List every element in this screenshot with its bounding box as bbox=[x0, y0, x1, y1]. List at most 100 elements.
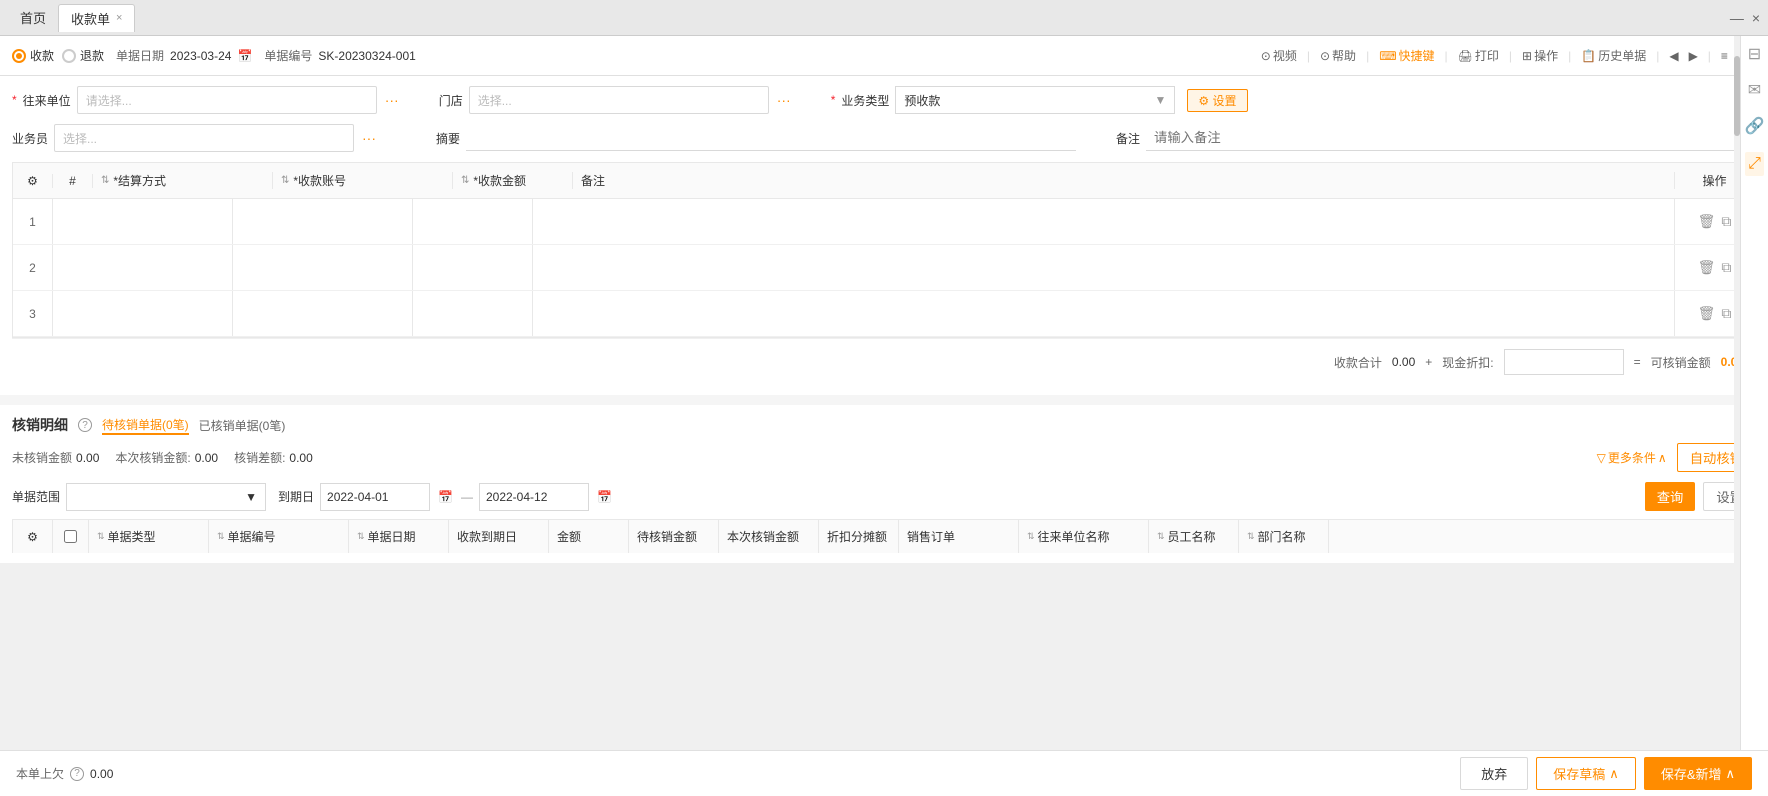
bth-recv-date-label: 收款到期日 bbox=[457, 528, 517, 545]
store-more-btn[interactable]: ··· bbox=[777, 92, 791, 108]
td-remark-1[interactable] bbox=[533, 199, 1675, 244]
print-btn[interactable]: 🖨 打印 bbox=[1458, 47, 1499, 64]
bth-type: ⇅ 单据类型 bbox=[89, 520, 209, 553]
toolbar: 收款 退款 单据日期 2023-03-24 📅 单据编号 SK-20230324… bbox=[0, 36, 1768, 76]
video-label: 视频 bbox=[1273, 47, 1297, 64]
td-remark-3[interactable] bbox=[533, 291, 1675, 336]
remark-field: 备注 bbox=[1116, 125, 1756, 151]
staff-placeholder: 选择... bbox=[63, 130, 97, 147]
copy-icon-1[interactable]: ⧉ bbox=[1721, 213, 1731, 230]
more-filter-label: 更多条件 bbox=[1608, 449, 1656, 466]
sort-icon-3: ⇅ bbox=[461, 175, 469, 186]
operation-btn[interactable]: ⊞ 操作 bbox=[1522, 47, 1558, 64]
th-gear[interactable]: ⚙ bbox=[13, 174, 53, 188]
delete-icon-1[interactable]: 🗑 bbox=[1698, 213, 1716, 230]
td-amount-3[interactable] bbox=[413, 291, 533, 336]
pending-tab[interactable]: 待核销单据(0笔) bbox=[102, 416, 189, 435]
draft-arrow-icon: ∧ bbox=[1609, 766, 1619, 782]
copy-icon-2[interactable]: ⧉ bbox=[1721, 259, 1731, 276]
limit-info-icon[interactable]: ? bbox=[70, 767, 84, 781]
td-amount-2[interactable] bbox=[413, 245, 533, 290]
video-btn[interactable]: ⊙ 视频 bbox=[1261, 47, 1297, 64]
th-receipt-amount-label: *收款金额 bbox=[473, 172, 526, 189]
td-account-1[interactable] bbox=[233, 199, 413, 244]
settings-btn-label: 设置 bbox=[1213, 94, 1237, 108]
radio-receipt[interactable]: 收款 bbox=[12, 47, 54, 64]
partner-label: 往来单位 bbox=[23, 92, 71, 109]
verify-title: 核销明细 bbox=[12, 415, 68, 435]
sidebar-mail-icon[interactable]: ✉ bbox=[1748, 80, 1761, 100]
bth-company-label: 往来单位名称 bbox=[1038, 528, 1110, 545]
scrollbar-track bbox=[1734, 36, 1740, 750]
radio-refund-label: 退款 bbox=[80, 47, 104, 64]
due-date-start-value: 2022-04-01 bbox=[327, 490, 388, 504]
date-calendar-start[interactable]: 📅 bbox=[438, 490, 453, 504]
radio-refund[interactable]: 退款 bbox=[62, 47, 104, 64]
sort-icon-type: ⇅ bbox=[97, 531, 105, 542]
delete-icon-2[interactable]: 🗑 bbox=[1698, 259, 1716, 276]
more-filter-btn[interactable]: ▽ 更多条件 ∧ bbox=[1597, 449, 1667, 466]
due-date-end-value: 2022-04-12 bbox=[486, 490, 547, 504]
td-account-2[interactable] bbox=[233, 245, 413, 290]
tab-receipt-label: 收款单 bbox=[71, 9, 110, 28]
td-remark-2[interactable] bbox=[533, 245, 1675, 290]
td-settle-3[interactable] bbox=[53, 291, 233, 336]
biz-type-select[interactable]: 预收款 ▼ bbox=[895, 86, 1175, 114]
date-label: 单据日期 bbox=[116, 47, 164, 64]
abandon-btn[interactable]: 放弃 bbox=[1460, 757, 1528, 790]
next-icon[interactable]: ▶ bbox=[1689, 49, 1698, 63]
td-settle-1[interactable] bbox=[53, 199, 233, 244]
date-calendar-end[interactable]: 📅 bbox=[597, 490, 612, 504]
partner-input[interactable]: 请选择... bbox=[77, 86, 377, 114]
store-placeholder: 选择... bbox=[478, 92, 512, 109]
partner-more-btn[interactable]: ··· bbox=[385, 92, 399, 108]
date-calendar-icon[interactable]: 📅 bbox=[237, 49, 252, 63]
sidebar-table-icon[interactable]: ⊟ bbox=[1748, 44, 1761, 64]
bth-check[interactable] bbox=[53, 520, 89, 553]
verify-info-icon[interactable]: ? bbox=[78, 418, 92, 432]
history-btn[interactable]: 📋 历史单据 bbox=[1581, 47, 1646, 64]
biz-type-arrow: ▼ bbox=[1155, 93, 1167, 107]
store-input[interactable]: 选择... bbox=[469, 86, 769, 114]
diff-label: 核销差额: bbox=[234, 449, 285, 466]
delete-icon-3[interactable]: 🗑 bbox=[1698, 305, 1716, 322]
td-account-3[interactable] bbox=[233, 291, 413, 336]
done-tab[interactable]: 已核销单据(0笔) bbox=[199, 417, 286, 434]
bth-gear[interactable]: ⚙ bbox=[13, 520, 53, 553]
staff-more-btn[interactable]: ··· bbox=[362, 130, 376, 146]
close-btn[interactable]: × bbox=[1752, 10, 1760, 26]
save-btn[interactable]: 保存&新增 ∧ bbox=[1644, 757, 1752, 790]
sort-icon-num: ⇅ bbox=[217, 531, 225, 542]
select-all-checkbox[interactable] bbox=[64, 530, 77, 543]
discount-input[interactable] bbox=[1504, 349, 1624, 375]
shortcut-btn[interactable]: ⌨ 快捷键 bbox=[1379, 47, 1434, 64]
due-date-start-input[interactable]: 2022-04-01 bbox=[320, 483, 430, 511]
sidebar-link-icon[interactable]: 🔗 bbox=[1745, 116, 1765, 136]
staff-input[interactable]: 选择... bbox=[54, 124, 354, 152]
td-settle-2[interactable] bbox=[53, 245, 233, 290]
discount-label: 现金折扣: bbox=[1442, 354, 1493, 371]
settings-btn[interactable]: ⚙ 设置 bbox=[1187, 89, 1247, 112]
minimize-btn[interactable]: — bbox=[1730, 10, 1744, 26]
help-btn[interactable]: ⊙ 帮助 bbox=[1320, 47, 1356, 64]
table-row: 2 🗑 ⧉ bbox=[13, 245, 1755, 291]
this-label: 本次核销金额: bbox=[115, 449, 190, 466]
list-view-icon[interactable]: ≡ bbox=[1721, 49, 1728, 63]
equals-sign: = bbox=[1634, 355, 1641, 369]
query-btn[interactable]: 查询 bbox=[1645, 482, 1696, 511]
tab-close-icon[interactable]: × bbox=[116, 12, 122, 24]
scrollbar-thumb[interactable] bbox=[1734, 56, 1740, 136]
td-amount-1[interactable] bbox=[413, 199, 533, 244]
footer: 本单上欠 ? 0.00 放弃 保存草稿 ∧ 保存&新增 ∧ bbox=[0, 750, 1768, 796]
prev-icon[interactable]: ◀ bbox=[1669, 49, 1678, 63]
copy-icon-3[interactable]: ⧉ bbox=[1721, 305, 1731, 322]
tab-home[interactable]: 首页 bbox=[8, 4, 58, 32]
range-select[interactable]: ▼ bbox=[66, 483, 266, 511]
summary-input[interactable] bbox=[466, 125, 1076, 151]
sidebar-expand-icon[interactable]: ⤢ bbox=[1745, 152, 1764, 176]
due-date-end-input[interactable]: 2022-04-12 bbox=[479, 483, 589, 511]
draft-btn[interactable]: 保存草稿 ∧ bbox=[1536, 757, 1636, 790]
table-row: 1 🗑 ⧉ bbox=[13, 199, 1755, 245]
tab-receipt[interactable]: 收款单 × bbox=[58, 4, 135, 32]
remark-input[interactable] bbox=[1146, 125, 1756, 151]
